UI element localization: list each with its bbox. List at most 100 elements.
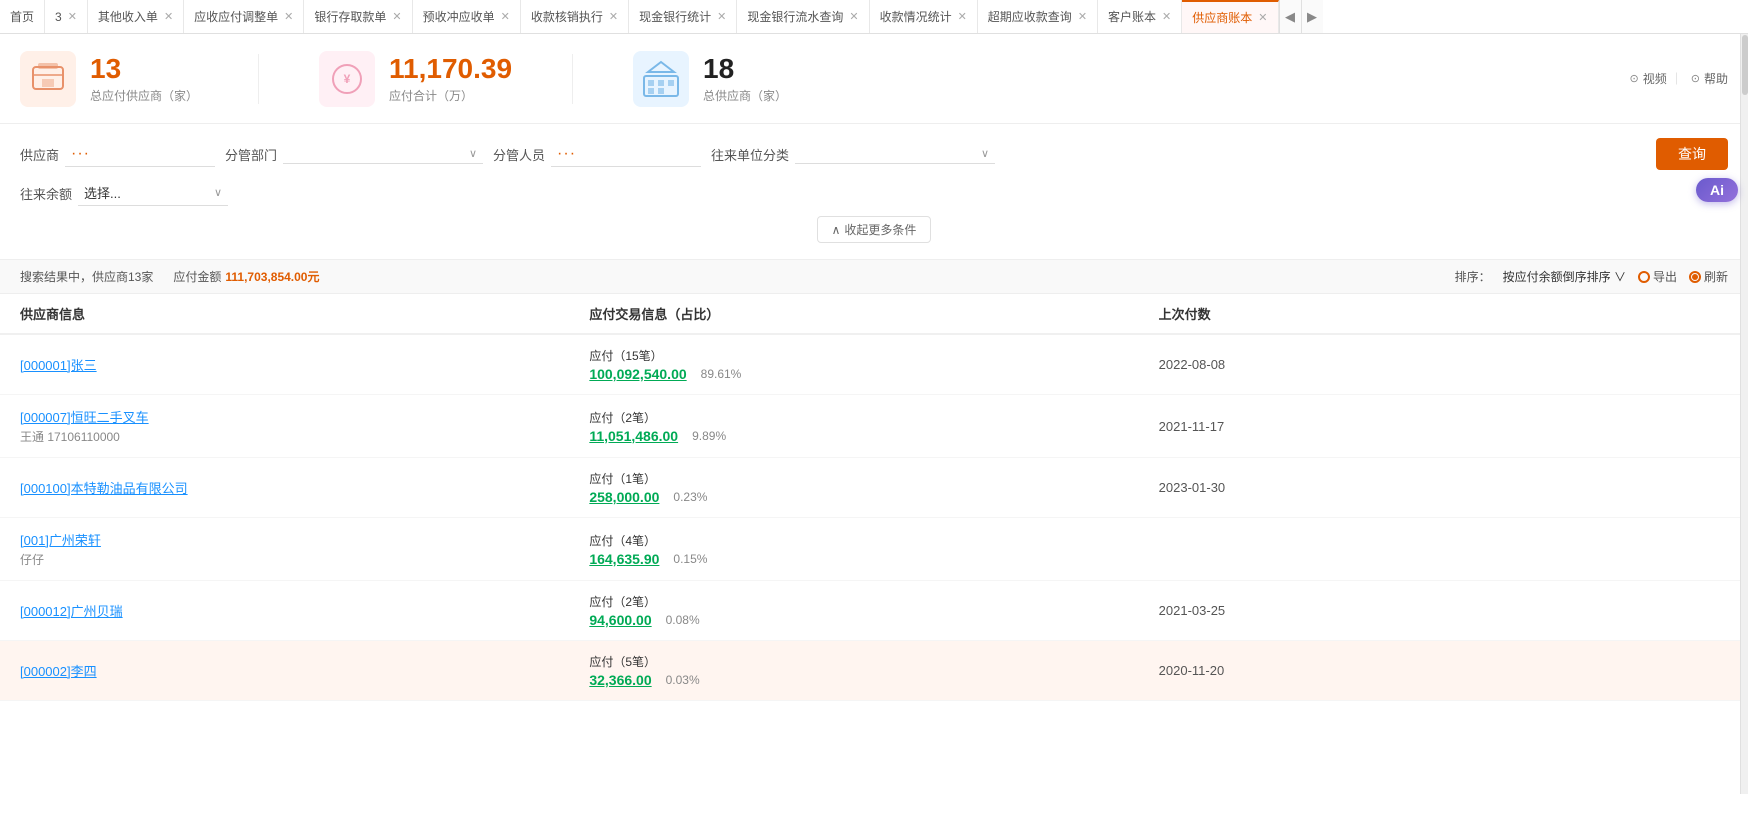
stat-text-3: 18 总供应商（家）: [703, 53, 787, 104]
nav-tab-supplier[interactable]: 供应商账本 ✕: [1182, 0, 1278, 34]
supplier-info-cell: [000012]广州贝瑞: [20, 601, 589, 620]
search-button[interactable]: 查询: [1656, 138, 1728, 170]
col-trans-info: 应付交易信息（占比）: [589, 304, 1158, 323]
supplier-link[interactable]: [000100]本特勒油品有限公司: [20, 481, 188, 496]
nav-tab-3[interactable]: 3 ✕: [45, 0, 88, 34]
filter-category: 往来单位分类 ∨: [711, 144, 995, 164]
close-icon[interactable]: ✕: [68, 10, 77, 23]
table-row: [000012]广州贝瑞 应付（2笔） 94,600.00 0.08% 2021…: [0, 581, 1748, 641]
balance-select[interactable]: 选择... ∨: [78, 180, 228, 206]
top-navigation: 首页 3 ✕ 其他收入单 ✕ 应收应付调整单 ✕ 银行存取款单 ✕ 预收冲应收单…: [0, 0, 1748, 34]
stat-divider-1: [258, 54, 259, 104]
scrollbar-thumb[interactable]: [1742, 35, 1748, 95]
collapse-button[interactable]: ∧ 收起更多条件: [817, 216, 932, 243]
nav-tab-receipt-stat[interactable]: 收款情况统计 ✕: [870, 0, 978, 34]
supplier-link[interactable]: [000007]恒旺二手叉车: [20, 410, 149, 425]
nav-tab-advance[interactable]: 预收冲应收单 ✕: [413, 0, 521, 34]
filter-balance: 往来余额 选择... ∨: [20, 180, 228, 206]
export-icon: [1638, 271, 1650, 283]
stat-total-payable-suppliers: 13 总应付供应商（家）: [20, 51, 198, 107]
trans-amount-link[interactable]: 94,600.00: [589, 612, 651, 628]
trans-info-cell: 应付（1笔） 258,000.00 0.23%: [589, 470, 1158, 505]
supplier-info-cell: [000001]张三: [20, 355, 589, 374]
export-button[interactable]: 导出: [1638, 268, 1677, 285]
refresh-button[interactable]: 刷新: [1689, 268, 1728, 285]
nav-tab-home[interactable]: 首页: [0, 0, 45, 34]
refresh-icon: [1689, 271, 1701, 283]
supplier-info-cell: [000007]恒旺二手叉车 王通 17106110000: [20, 407, 589, 445]
nav-tab-receipt-exec[interactable]: 收款核销执行 ✕: [521, 0, 629, 34]
sort-select[interactable]: 按应付余额倒序排序 ∨: [1503, 268, 1626, 285]
supplier-info-cell: [000100]本特勒油品有限公司: [20, 478, 589, 497]
close-icon[interactable]: ✕: [1258, 11, 1267, 24]
person-input[interactable]: ···: [551, 142, 701, 167]
chevron-down-icon: ∨: [469, 147, 477, 160]
trans-amount-link[interactable]: 100,092,540.00: [589, 366, 686, 382]
supplier-icon-pink: ¥: [319, 51, 375, 107]
close-icon[interactable]: ✕: [284, 10, 293, 23]
col-last-pay: 上次付数: [1159, 304, 1728, 323]
close-icon[interactable]: ✕: [1078, 10, 1087, 23]
nav-tab-cash-bank-flow[interactable]: 现金银行流水查询 ✕: [737, 0, 869, 34]
last-pay-cell: 2021-11-17: [1159, 419, 1728, 434]
help-link[interactable]: 帮助: [1704, 70, 1728, 87]
chevron-down-icon: ∨: [214, 186, 222, 199]
close-icon[interactable]: ✕: [501, 10, 510, 23]
nav-tab-bank-deposit[interactable]: 银行存取款单 ✕: [304, 0, 412, 34]
table-row: [001]广州荣轩 仔仔 应付（4笔） 164,635.90 0.15%: [0, 518, 1748, 581]
trans-amount-link[interactable]: 32,366.00: [589, 672, 651, 688]
trans-info-cell: 应付（15笔） 100,092,540.00 89.61%: [589, 347, 1158, 382]
video-link[interactable]: 视频: [1643, 70, 1667, 87]
nav-tab-customer[interactable]: 客户账本 ✕: [1098, 0, 1182, 34]
close-icon[interactable]: ✕: [164, 10, 173, 23]
stat-text-2: 11,170.39 应付合计（万）: [389, 53, 512, 104]
col-supplier-info: 供应商信息: [20, 304, 589, 323]
close-icon[interactable]: ✕: [849, 10, 858, 23]
nav-tab-other-income[interactable]: 其他收入单 ✕: [88, 0, 184, 34]
filter-row-1: 供应商 ··· 分管部门 ∨ 分管人员 ··· 往来单位分类 ∨ 查询: [20, 138, 1728, 170]
supplier-icon-orange: [20, 51, 76, 107]
trans-amount-link[interactable]: 11,051,486.00: [589, 428, 678, 444]
supplier-link[interactable]: [000012]广州贝瑞: [20, 604, 123, 619]
stat-total-payable-amount: ¥ 11,170.39 应付合计（万）: [319, 51, 512, 107]
supplier-input[interactable]: ···: [65, 142, 215, 167]
filter-person: 分管人员 ···: [493, 142, 701, 167]
close-icon[interactable]: ✕: [958, 10, 967, 23]
supplier-link[interactable]: [000001]张三: [20, 358, 97, 373]
chevron-up-icon: ∧: [832, 223, 841, 237]
nav-right-arrow[interactable]: ▶: [1301, 0, 1323, 34]
close-icon[interactable]: ✕: [609, 10, 618, 23]
result-amount-value: 111,703,854.00元: [225, 268, 319, 285]
filter-dept: 分管部门 ∨: [225, 144, 483, 164]
ai-button[interactable]: Ai: [1696, 178, 1738, 202]
supplier-info-cell: [000002]李四: [20, 661, 589, 680]
supplier-link[interactable]: [001]广州荣轩: [20, 533, 101, 548]
trans-amount-link[interactable]: 164,635.90: [589, 551, 659, 567]
category-select[interactable]: ∨: [795, 144, 995, 164]
top-right-links: ⊙ 视频 ｜ ⊙ 帮助: [1626, 70, 1728, 87]
table-row: [000007]恒旺二手叉车 王通 17106110000 应付（2笔） 11,…: [0, 395, 1748, 458]
trans-info-cell: 应付（5笔） 32,366.00 0.03%: [589, 653, 1158, 688]
close-icon[interactable]: ✕: [392, 10, 401, 23]
result-bar: 搜索结果中，供应商13家 应付金额 111,703,854.00元 排序： 按应…: [0, 260, 1748, 294]
dept-select[interactable]: ∨: [283, 144, 483, 164]
trans-info-cell: 应付（2笔） 11,051,486.00 9.89%: [589, 409, 1158, 444]
trans-amount-link[interactable]: 258,000.00: [589, 489, 659, 505]
stat-text-1: 13 总应付供应商（家）: [90, 53, 198, 104]
chevron-down-icon: ∨: [981, 147, 989, 160]
chevron-down-icon: ∨: [1614, 270, 1626, 284]
nav-tab-cash-bank-stat[interactable]: 现金银行统计 ✕: [629, 0, 737, 34]
supplier-table: 供应商信息 应付交易信息（占比） 上次付数 [000001]张三 应付（15笔）…: [0, 294, 1748, 827]
nav-tab-overdue[interactable]: 超期应收款查询 ✕: [978, 0, 1098, 34]
result-amount-label: 应付金额: [173, 268, 221, 285]
last-pay-cell: 2020-11-20: [1159, 663, 1728, 678]
nav-tab-ap-adjust[interactable]: 应收应付调整单 ✕: [184, 0, 304, 34]
trans-info-cell: 应付（4笔） 164,635.90 0.15%: [589, 532, 1158, 567]
close-icon[interactable]: ✕: [717, 10, 726, 23]
scrollbar[interactable]: [1740, 34, 1748, 794]
last-pay-cell: 2023-01-30: [1159, 480, 1728, 495]
close-icon[interactable]: ✕: [1162, 10, 1171, 23]
trans-info-cell: 应付（2笔） 94,600.00 0.08%: [589, 593, 1158, 628]
nav-left-arrow[interactable]: ◀: [1279, 0, 1301, 34]
supplier-link[interactable]: [000002]李四: [20, 664, 97, 679]
